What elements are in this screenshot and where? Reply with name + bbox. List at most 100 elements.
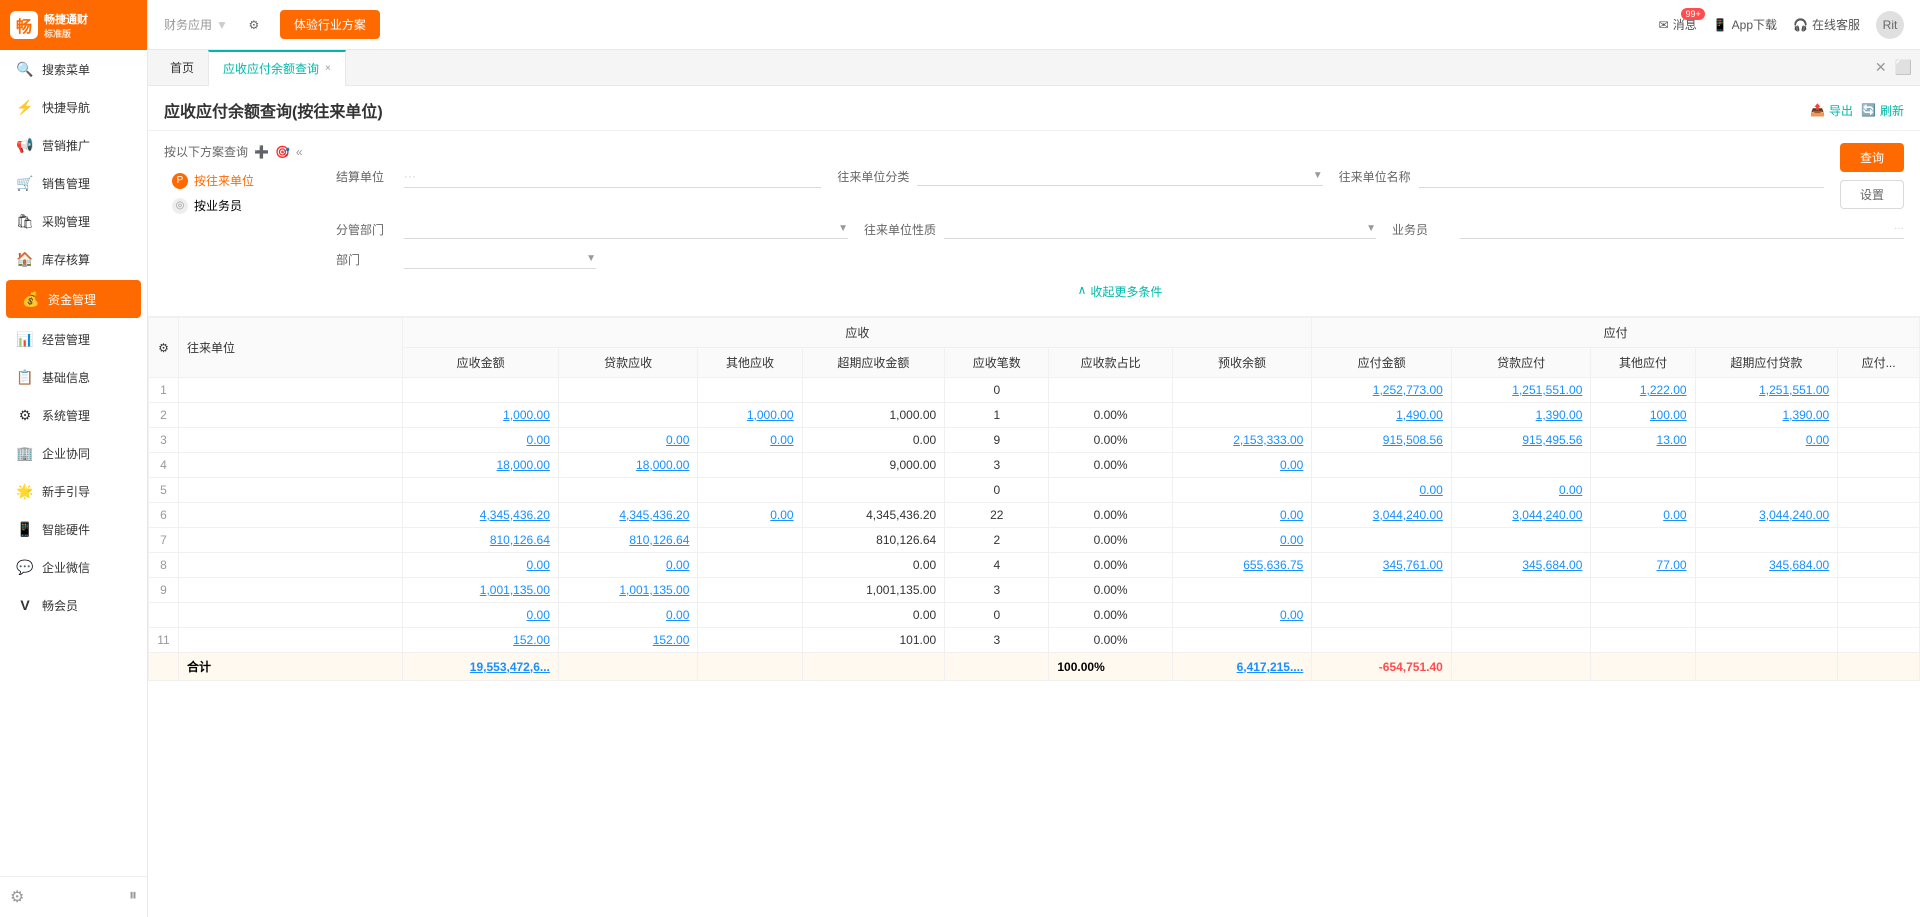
- division-select[interactable]: ▼: [404, 219, 848, 239]
- row-overdue-payable[interactable]: [1695, 528, 1838, 553]
- row-receivable-amount[interactable]: 152.00: [403, 628, 559, 653]
- row-receivable-amount[interactable]: 0.00: [403, 428, 559, 453]
- sidebar-item-guide[interactable]: 🌟 新手引导: [0, 472, 147, 510]
- app-download-item[interactable]: 📱 App下载: [1713, 16, 1777, 33]
- row-payable-amount[interactable]: [1312, 528, 1452, 553]
- row-receivable-amount[interactable]: 0.00: [403, 553, 559, 578]
- row-loan-receivable[interactable]: 18,000.00: [558, 453, 698, 478]
- user-avatar[interactable]: Rit: [1876, 11, 1904, 39]
- row-other-receivable[interactable]: [698, 453, 802, 478]
- left-icon[interactable]: «: [296, 145, 303, 159]
- row-other-payable[interactable]: 1,222.00: [1591, 378, 1695, 403]
- row-other-payable[interactable]: [1591, 578, 1695, 603]
- partner-name-input[interactable]: [1419, 165, 1824, 188]
- row-other-receivable[interactable]: [698, 603, 802, 628]
- row-payable-amount[interactable]: 3,044,240.00: [1312, 503, 1452, 528]
- tab-close-icon[interactable]: ×: [325, 63, 331, 74]
- row-payable-amount[interactable]: 345,761.00: [1312, 553, 1452, 578]
- sidebar-item-system[interactable]: ⚙ 系统管理: [0, 396, 147, 434]
- sidebar-item-quick[interactable]: ⚡ 快捷导航: [0, 88, 147, 126]
- row-overdue-payable[interactable]: 1,251,551.00: [1695, 378, 1838, 403]
- solution-button[interactable]: 体验行业方案: [280, 10, 380, 39]
- sidebar-item-search[interactable]: 🔍 搜索菜单: [0, 50, 147, 88]
- row-other-receivable[interactable]: 0.00: [698, 428, 802, 453]
- row-receivable-amount[interactable]: 0.00: [403, 603, 559, 628]
- row-other-receivable[interactable]: [698, 378, 802, 403]
- row-loan-payable[interactable]: [1451, 628, 1591, 653]
- row-loan-payable[interactable]: 1,251,551.00: [1451, 378, 1591, 403]
- row-loan-payable[interactable]: [1451, 528, 1591, 553]
- row-overdue-payable[interactable]: [1695, 628, 1838, 653]
- sidebar-settings-icon[interactable]: ⚙: [10, 887, 24, 907]
- window-expand-icon[interactable]: ⬜: [1895, 59, 1912, 76]
- refresh-button[interactable]: 🔄 刷新: [1861, 102, 1904, 119]
- row-prepaid-balance[interactable]: 655,636.75: [1172, 553, 1312, 578]
- footer-prepaid-balance[interactable]: 6,417,215....: [1172, 653, 1312, 681]
- row-prepaid-balance[interactable]: [1172, 403, 1312, 428]
- add-icon[interactable]: ➕: [254, 145, 269, 159]
- row-overdue-payable[interactable]: 1,390.00: [1695, 403, 1838, 428]
- row-receivable-amount[interactable]: [403, 378, 559, 403]
- row-other-payable[interactable]: 0.00: [1591, 503, 1695, 528]
- row-prepaid-balance[interactable]: [1172, 628, 1312, 653]
- filter-option-partner[interactable]: P 按往来单位: [164, 168, 324, 193]
- row-overdue-payable[interactable]: 345,684.00: [1695, 553, 1838, 578]
- tab-receivable[interactable]: 应收应付余额查询 ×: [208, 50, 346, 86]
- row-loan-receivable[interactable]: 0.00: [558, 553, 698, 578]
- filter-option-business[interactable]: ◎ 按业务员: [164, 193, 324, 218]
- department-select[interactable]: ▼: [404, 249, 596, 269]
- row-overdue-payable[interactable]: [1695, 453, 1838, 478]
- row-overdue-payable[interactable]: [1695, 603, 1838, 628]
- row-overdue-payable[interactable]: 0.00: [1695, 428, 1838, 453]
- row-loan-payable[interactable]: 1,390.00: [1451, 403, 1591, 428]
- row-other-receivable[interactable]: 0.00: [698, 503, 802, 528]
- target-icon[interactable]: 🎯: [275, 145, 290, 159]
- row-other-receivable[interactable]: [698, 628, 802, 653]
- sidebar-item-marketing[interactable]: 📢 营销推广: [0, 126, 147, 164]
- row-loan-receivable[interactable]: 4,345,436.20: [558, 503, 698, 528]
- row-other-payable[interactable]: [1591, 478, 1695, 503]
- row-prepaid-balance[interactable]: [1172, 478, 1312, 503]
- row-other-payable[interactable]: 100.00: [1591, 403, 1695, 428]
- row-other-receivable[interactable]: [698, 528, 802, 553]
- row-other-payable[interactable]: [1591, 528, 1695, 553]
- sidebar-item-inventory[interactable]: 🏠 库存核算: [0, 240, 147, 278]
- window-close-icon[interactable]: ✕: [1875, 59, 1887, 76]
- row-payable-amount[interactable]: [1312, 628, 1452, 653]
- row-other-payable[interactable]: [1591, 453, 1695, 478]
- salesman-select[interactable]: ···: [1460, 219, 1904, 239]
- settlement-unit-select[interactable]: ···: [404, 165, 821, 188]
- row-loan-payable[interactable]: 345,684.00: [1451, 553, 1591, 578]
- query-button[interactable]: 查询: [1840, 143, 1904, 172]
- row-loan-receivable[interactable]: 810,126.64: [558, 528, 698, 553]
- row-other-receivable[interactable]: [698, 478, 802, 503]
- row-prepaid-balance[interactable]: 0.00: [1172, 528, 1312, 553]
- row-payable-amount[interactable]: [1312, 578, 1452, 603]
- row-receivable-amount[interactable]: 4,345,436.20: [403, 503, 559, 528]
- row-payable-amount[interactable]: [1312, 603, 1452, 628]
- tab-home[interactable]: 首页: [156, 50, 208, 86]
- row-loan-payable[interactable]: 915,495.56: [1451, 428, 1591, 453]
- row-other-receivable[interactable]: [698, 553, 802, 578]
- row-payable-amount[interactable]: 915,508.56: [1312, 428, 1452, 453]
- sidebar-collapse-icon[interactable]: ⏸: [129, 887, 137, 907]
- row-payable-amount[interactable]: 0.00: [1312, 478, 1452, 503]
- sidebar-item-purchase[interactable]: 🛍 采购管理: [0, 202, 147, 240]
- online-service-item[interactable]: 🎧 在线客服: [1793, 16, 1860, 33]
- sidebar-item-corp[interactable]: 🏢 企业协同: [0, 434, 147, 472]
- row-loan-payable[interactable]: 3,044,240.00: [1451, 503, 1591, 528]
- row-prepaid-balance[interactable]: [1172, 378, 1312, 403]
- row-loan-payable[interactable]: [1451, 603, 1591, 628]
- export-button[interactable]: 📤 导出: [1810, 102, 1853, 119]
- row-prepaid-balance[interactable]: [1172, 578, 1312, 603]
- row-receivable-amount[interactable]: 1,001,135.00: [403, 578, 559, 603]
- messages-item[interactable]: ✉ 消息 99+: [1659, 16, 1697, 33]
- row-loan-receivable[interactable]: 0.00: [558, 428, 698, 453]
- row-payable-amount[interactable]: 1,252,773.00: [1312, 378, 1452, 403]
- row-loan-receivable[interactable]: [558, 378, 698, 403]
- row-loan-payable[interactable]: [1451, 453, 1591, 478]
- row-receivable-amount[interactable]: 18,000.00: [403, 453, 559, 478]
- filter-collapse-btn[interactable]: ∧ 收起更多条件: [336, 279, 1904, 304]
- row-prepaid-balance[interactable]: 0.00: [1172, 603, 1312, 628]
- row-loan-receivable[interactable]: [558, 478, 698, 503]
